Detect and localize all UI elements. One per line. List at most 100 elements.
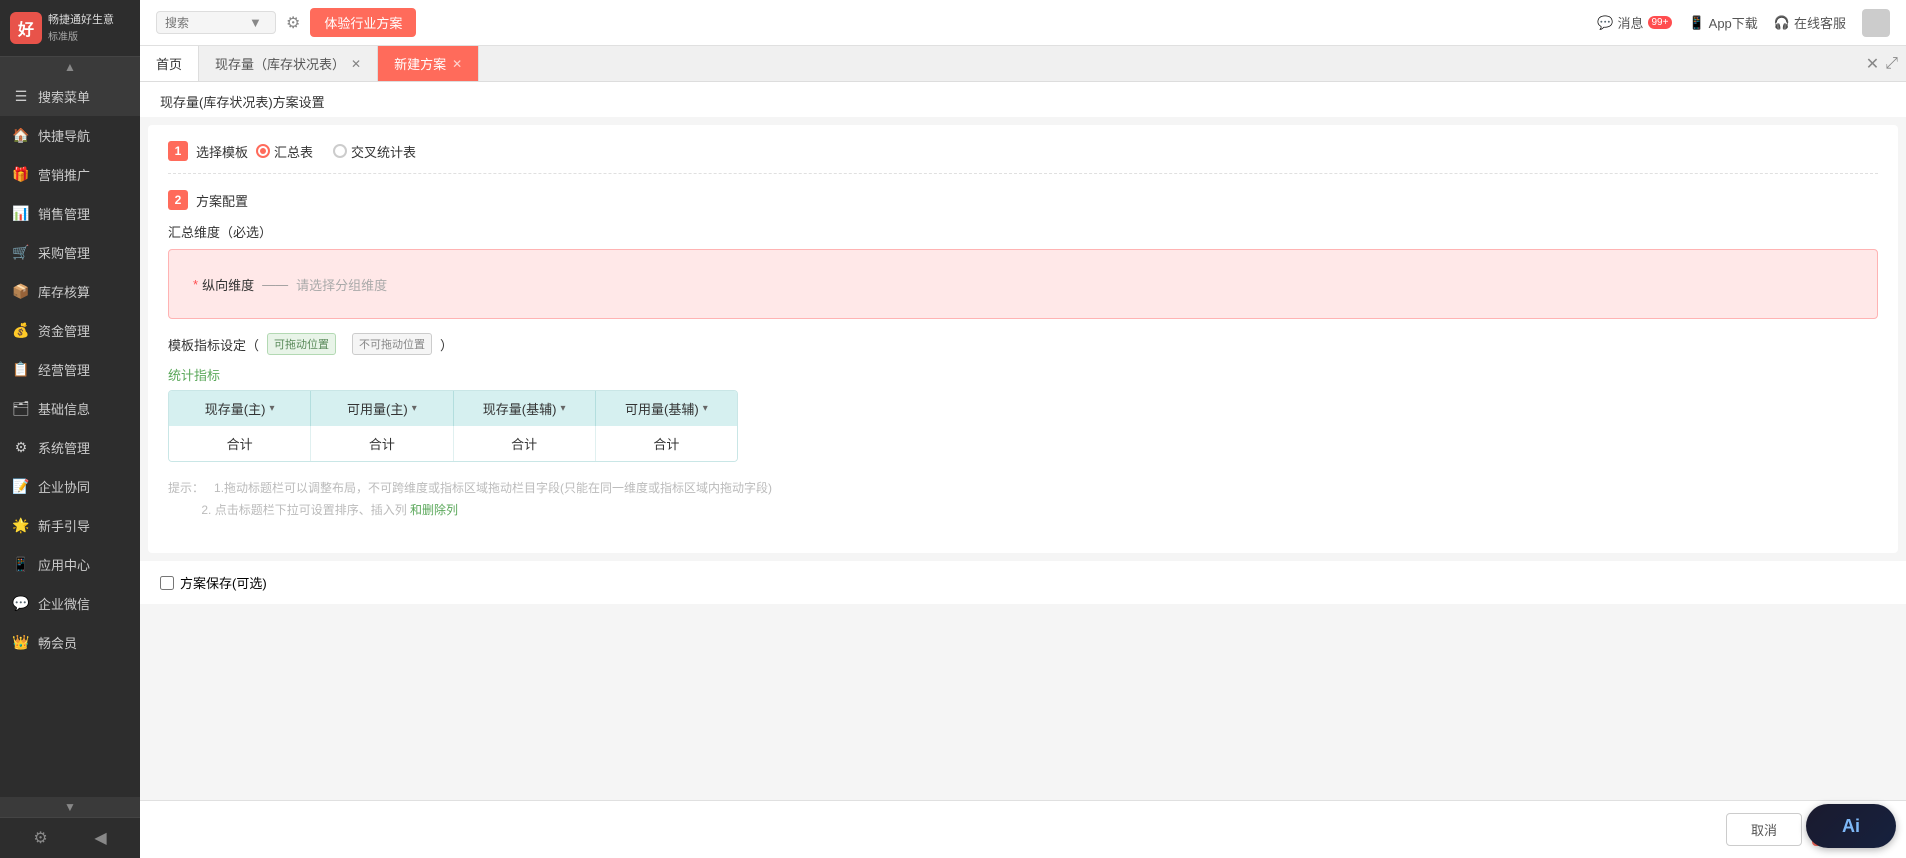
col0-dropdown-icon[interactable]: ▾ — [269, 403, 274, 414]
radio-cross-circle — [333, 144, 347, 158]
stats-col-header-1[interactable]: 可用量(主) ▾ — [311, 391, 453, 426]
sidebar-scroll-down[interactable]: ▼ — [0, 797, 140, 817]
sidebar-item-corp-contract[interactable]: 📝 企业协同 — [0, 467, 140, 506]
cancel-button[interactable]: 取消 — [1726, 813, 1802, 846]
stats-col-label-1: 可用量(主) — [347, 399, 408, 418]
stats-table: 现存量(主) ▾ 可用量(主) ▾ 现存量(基辅) ▾ — [168, 390, 738, 462]
sidebar-item-label: 采购管理 — [38, 243, 90, 262]
member-icon: 👑 — [12, 634, 30, 652]
save-checkbox[interactable] — [160, 576, 174, 590]
sidebar-item-app-center[interactable]: 📱 应用中心 — [0, 545, 140, 584]
tab-home[interactable]: 首页 — [140, 46, 199, 81]
save-checkbox-label: 方案保存(可选) — [180, 573, 267, 592]
try-industry-button[interactable]: 体验行业方案 — [310, 8, 416, 37]
tab-inventory-status[interactable]: 现存量（库存状况表） ✕ — [199, 46, 378, 81]
basic-info-icon: 🗂 — [12, 400, 30, 418]
tab-inventory-status-close[interactable]: ✕ — [351, 57, 361, 71]
stats-col-header-2[interactable]: 现存量(基辅) ▾ — [454, 391, 596, 426]
save-option: 方案保存(可选) — [140, 561, 1906, 604]
step1-badge: 1 — [168, 141, 188, 161]
tab-home-label: 首页 — [156, 54, 182, 73]
tabs-bar: 首页 现存量（库存状况表） ✕ 新建方案 ✕ ✕ ⤢ — [140, 46, 1906, 82]
sidebar-item-business[interactable]: 📋 经营管理 — [0, 350, 140, 389]
stats-cell-0-2: 合计 — [454, 426, 596, 461]
messages-button[interactable]: 💬 消息 99+ — [1597, 13, 1672, 32]
tab-new-scheme[interactable]: 新建方案 ✕ — [378, 46, 479, 81]
stats-col-label-2: 现存量(基辅) — [483, 399, 557, 418]
sidebar-item-label: 库存核算 — [38, 282, 90, 301]
business-icon: 📋 — [12, 361, 30, 379]
sidebar-item-basic-info[interactable]: 🗂 基础信息 — [0, 389, 140, 428]
new-guide-icon: 🌟 — [12, 517, 30, 535]
tab-new-scheme-close[interactable]: ✕ — [452, 57, 462, 71]
scheme-container: 1 选择模板 汇总表 交叉统计表 — [148, 125, 1898, 553]
stats-col-header-0[interactable]: 现存量(主) ▾ — [169, 391, 311, 426]
dimension-dash: —— — [262, 277, 288, 292]
collapse-icon[interactable]: ◀ — [94, 828, 106, 848]
app-badge: 标准版 — [48, 28, 114, 43]
sidebar-item-new-guide[interactable]: 🌟 新手引导 — [0, 506, 140, 545]
tab-close-icon[interactable]: ✕ — [1866, 54, 1879, 74]
search-input[interactable] — [165, 16, 245, 30]
tabs-controls: ✕ ⤢ — [1866, 54, 1906, 74]
col3-dropdown-icon[interactable]: ▾ — [703, 403, 708, 414]
sidebar-item-label: 应用中心 — [38, 555, 90, 574]
col1-dropdown-icon[interactable]: ▾ — [412, 403, 417, 414]
settings-icon[interactable]: ⚙ — [33, 828, 47, 848]
search-dropdown-icon[interactable]: ▼ — [249, 15, 262, 30]
col2-dropdown-icon[interactable]: ▾ — [560, 403, 565, 414]
app-name: 畅捷通好生意 — [48, 13, 114, 27]
sales-icon: 📊 — [12, 205, 30, 223]
radio-summary[interactable]: 汇总表 — [256, 142, 313, 161]
indicator-settings: 模板指标设定（ 可拖动位置 不可拖动位置 ） 统计指标 现存量(主) ▾ — [168, 333, 1878, 462]
sidebar-item-member[interactable]: 👑 畅会员 — [0, 623, 140, 662]
sidebar-item-inventory[interactable]: 📦 库存核算 — [0, 272, 140, 311]
sidebar-scroll-up[interactable]: ▲ — [0, 57, 140, 77]
corp-contract-icon: 📝 — [12, 478, 30, 496]
tips-section: 提示： 1.拖动标题栏可以调整布局，不可跨维度或指标区域拖动栏目字段(只能在同一… — [168, 478, 1878, 521]
tip1: 1.拖动标题栏可以调整布局，不可跨维度或指标区域拖动栏目字段(只能在同一维度或指… — [214, 481, 772, 495]
movable-badge: 可拖动位置 — [267, 333, 336, 355]
search-menu-icon: ☰ — [12, 88, 30, 106]
stats-col-label-3: 可用量(基辅) — [625, 399, 699, 418]
sidebar-item-label: 畅会员 — [38, 633, 77, 652]
online-service-button[interactable]: 🎧 在线客服 — [1774, 13, 1846, 32]
logo-icon: 好 — [10, 12, 42, 44]
sidebar-item-corp-wechat[interactable]: 💬 企业微信 — [0, 584, 140, 623]
sidebar-footer: ⚙ ◀ — [0, 817, 140, 858]
step1-divider — [168, 173, 1878, 174]
sidebar-item-search-menu[interactable]: ☰ 搜索菜单 — [0, 77, 140, 116]
indicator-settings-close-bracket: ） — [440, 335, 453, 354]
sidebar-item-label: 销售管理 — [38, 204, 90, 223]
step2-badge: 2 — [168, 190, 188, 210]
ai-bubble[interactable]: Ai — [1806, 804, 1896, 848]
sidebar-item-marketing[interactable]: 🎁 营销推广 — [0, 155, 140, 194]
tip2-text: 2. 点击标题栏下拉可设置排序、插入列 — [201, 503, 406, 517]
inventory-icon: 📦 — [12, 283, 30, 301]
radio-cross[interactable]: 交叉统计表 — [333, 142, 416, 161]
stats-table-header: 现存量(主) ▾ 可用量(主) ▾ 现存量(基辅) ▾ — [169, 391, 737, 426]
sidebar-item-system[interactable]: ⚙ 系统管理 — [0, 428, 140, 467]
header-left: ▼ ⚙ 体验行业方案 — [156, 8, 416, 37]
messages-label: 消息 — [1617, 13, 1643, 32]
stats-col-header-3[interactable]: 可用量(基辅) ▾ — [596, 391, 737, 426]
step2-header: 2 方案配置 — [168, 190, 1878, 210]
sidebar-item-finance[interactable]: 💰 资金管理 — [0, 311, 140, 350]
sidebar-item-label: 营销推广 — [38, 165, 90, 184]
sidebar-item-sales[interactable]: 📊 销售管理 — [0, 194, 140, 233]
dimension-required-mark: * — [193, 277, 198, 292]
tab-expand-icon[interactable]: ⤢ — [1885, 55, 1898, 73]
app-center-icon: 📱 — [12, 556, 30, 574]
settings-gear-icon[interactable]: ⚙ — [286, 13, 300, 33]
purchase-icon: 🛒 — [12, 244, 30, 262]
user-avatar[interactable] — [1862, 9, 1890, 37]
sidebar-item-purchase[interactable]: 🛒 采购管理 — [0, 233, 140, 272]
sidebar-item-label: 企业微信 — [38, 594, 90, 613]
step2-title: 方案配置 — [196, 191, 248, 210]
app-download-icon: 📱 — [1688, 15, 1704, 31]
stats-col-label-0: 现存量(主) — [205, 399, 266, 418]
app-download-button[interactable]: 📱 App下载 — [1688, 13, 1757, 32]
top-header: ▼ ⚙ 体验行业方案 💬 消息 99+ 📱 App下载 🎧 在线客服 — [140, 0, 1906, 46]
search-box[interactable]: ▼ — [156, 11, 276, 34]
sidebar-item-quick-nav[interactable]: 🏠 快捷导航 — [0, 116, 140, 155]
